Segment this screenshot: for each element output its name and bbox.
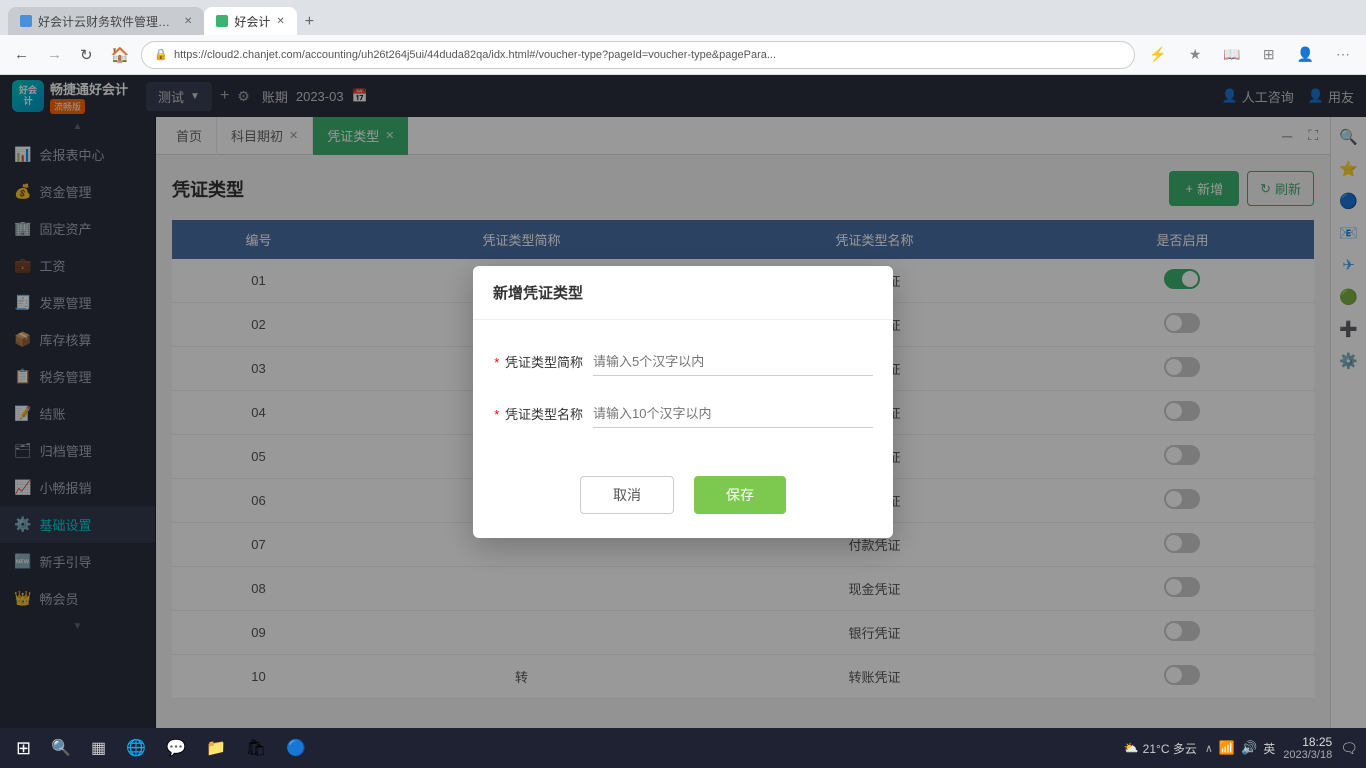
short-name-label: * 凭证类型简称	[493, 352, 593, 371]
sys-chevron-btn[interactable]: ∧	[1205, 742, 1213, 755]
tab2-favicon	[216, 15, 228, 27]
search-taskbar-btn[interactable]: 🔍	[43, 734, 79, 762]
modal-footer: 取消 保存	[473, 468, 893, 538]
save-button[interactable]: 保存	[694, 476, 786, 514]
address-lock-icon: 🔒	[154, 48, 168, 61]
wechat-taskbar-btn[interactable]: 💬	[158, 734, 194, 762]
address-text: https://cloud2.chanjet.com/accounting/uh…	[174, 49, 776, 61]
new-tab-button[interactable]: +	[297, 13, 322, 31]
browser-tab-inactive[interactable]: 好会计云财务软件管理系统_会计 ✕	[8, 7, 204, 35]
tab1-label: 好会计云财务软件管理系统_会计	[38, 13, 178, 30]
wifi-icon: 📶	[1219, 740, 1235, 756]
store-taskbar-btn[interactable]: 🛍	[238, 734, 274, 762]
nav-home[interactable]: 🏠	[105, 42, 136, 68]
modal-title: 新增凭证类型	[493, 285, 583, 302]
folder-taskbar-btn[interactable]: 📁	[198, 734, 234, 762]
modal-body: * 凭证类型简称 * 凭证类型名称	[473, 320, 893, 468]
full-name-input[interactable]	[593, 400, 873, 428]
split-view-btn[interactable]: ⊞	[1255, 42, 1283, 67]
more-btn[interactable]: ⋯	[1328, 42, 1358, 67]
required-star2: *	[494, 407, 499, 422]
volume-icon: 🔊	[1241, 740, 1257, 756]
full-name-label: * 凭证类型名称	[493, 404, 593, 423]
taskbar-time: 18:25	[1283, 735, 1332, 749]
nav-back[interactable]: ←	[8, 42, 35, 67]
nav-refresh[interactable]: ↻	[74, 42, 99, 68]
tab2-close[interactable]: ✕	[276, 16, 284, 27]
modal-header: 新增凭证类型	[473, 266, 893, 320]
taskbar-date: 2023/3/18	[1283, 749, 1332, 761]
modal-dialog: 新增凭证类型 * 凭证类型简称 * 凭证类型名称 取消	[473, 266, 893, 538]
address-bar[interactable]: 🔒 https://cloud2.chanjet.com/accounting/…	[141, 41, 1135, 69]
modal-overlay: 新增凭证类型 * 凭证类型简称 * 凭证类型名称 取消	[0, 75, 1366, 728]
weather-text: 21°C 多云	[1143, 740, 1197, 757]
task-view-btn[interactable]: ▦	[83, 734, 114, 762]
taskbar-sys-icons: ∧ 📶 🔊 英	[1205, 740, 1275, 757]
start-button[interactable]: ⊞	[8, 734, 39, 763]
taskbar-weather: ⛅ 21°C 多云	[1124, 740, 1197, 757]
browser-chrome: 好会计云财务软件管理系统_会计 ✕ 好会计 ✕ +	[0, 0, 1366, 35]
short-name-input[interactable]	[593, 348, 873, 376]
browser-tab-active[interactable]: 好会计 ✕	[204, 7, 296, 35]
required-star: *	[494, 355, 499, 370]
edge-taskbar-btn[interactable]: 🔵	[278, 734, 314, 762]
weather-icon: ⛅	[1124, 741, 1139, 755]
nav-forward[interactable]: →	[41, 42, 68, 67]
taskbar-time-area: 18:25 2023/3/18	[1283, 735, 1332, 761]
taskbar: ⊞ 🔍 ▦ 🌐 💬 📁 🛍 🔵 ⛅ 21°C 多云 ∧ 📶 🔊 英 18:25 …	[0, 728, 1366, 768]
field-short-name: * 凭证类型简称	[493, 348, 873, 376]
browser-nav-bar: ← → ↻ 🏠 🔒 https://cloud2.chanjet.com/acc…	[0, 35, 1366, 75]
favorites-btn[interactable]: ★	[1181, 42, 1210, 67]
tab1-favicon	[20, 15, 32, 27]
extensions-btn[interactable]: ⚡	[1141, 42, 1174, 67]
taskbar-right: ⛅ 21°C 多云 ∧ 📶 🔊 英 18:25 2023/3/18 🗨	[1124, 735, 1358, 761]
chrome-taskbar-btn[interactable]: 🌐	[118, 734, 154, 762]
tab1-close[interactable]: ✕	[184, 16, 192, 27]
field-full-name: * 凭证类型名称	[493, 400, 873, 428]
cancel-button[interactable]: 取消	[580, 476, 674, 514]
lang-text: 英	[1263, 740, 1275, 757]
profile-btn[interactable]: 👤	[1289, 42, 1322, 67]
tab2-label: 好会计	[234, 13, 270, 30]
notification-btn[interactable]: 🗨	[1340, 740, 1358, 757]
reading-mode-btn[interactable]: 📖	[1215, 42, 1248, 67]
